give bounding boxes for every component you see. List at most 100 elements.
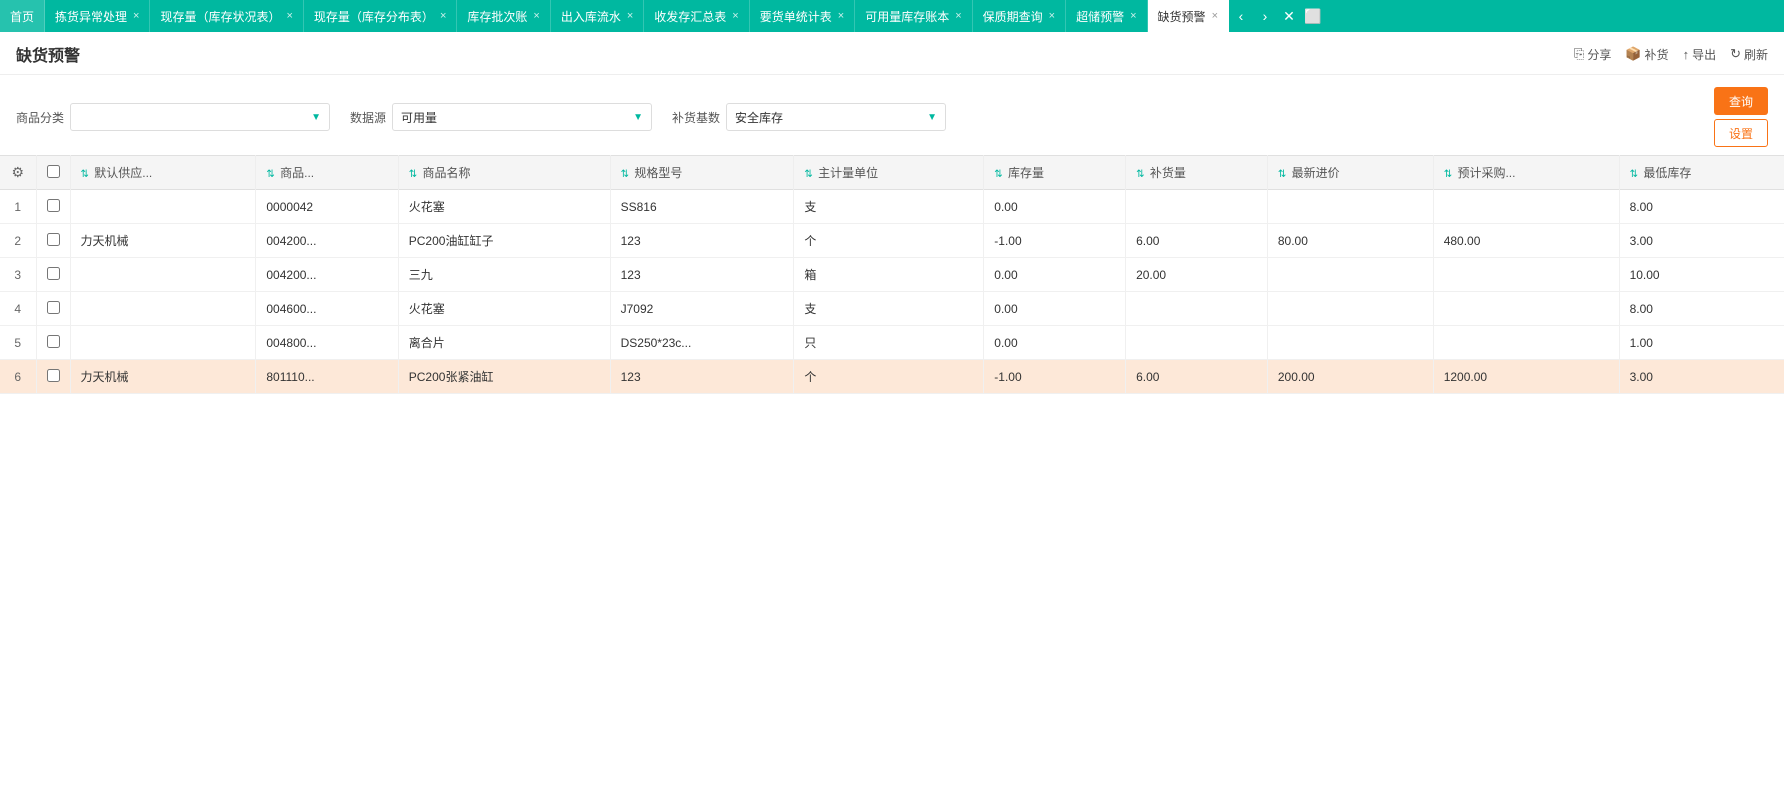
row-num-6: 6 [0,360,36,394]
replenish-base-filter-group: 补货基数 安全库存 ▼ [672,103,946,131]
row-min-stock-1: 8.00 [1619,190,1784,224]
tab-inventory-status[interactable]: 现存量（库存状况表） × [150,0,303,32]
category-select[interactable]: ▼ [70,103,330,131]
row-supplier-1 [70,190,256,224]
main-content: 缺货预警 ⎘ 分享 📦 补货 ↑ 导出 ↻ 刷新 商品分类 [0,32,1784,796]
replenish-base-label: 补货基数 [672,109,720,126]
close-tab-receivepay[interactable]: × [732,10,738,22]
tab-receivepay[interactable]: 收发存汇总表 × [644,0,749,32]
tab-expiry[interactable]: 保质期查询 × [973,0,1066,32]
row-stock-1: 0.00 [984,190,1126,224]
row-min-stock-5: 1.00 [1619,326,1784,360]
th-gear: ⚙ [0,156,36,190]
table-row: 6 力天机械 801110... PC200张紧油缸 123 个 -1.00 6… [0,360,1784,394]
select-all-checkbox[interactable] [47,165,60,178]
row-select-checkbox-3[interactable] [47,267,60,280]
row-replenish-1 [1126,190,1268,224]
row-estimated-5 [1433,326,1619,360]
row-min-stock-2: 3.00 [1619,224,1784,258]
tab-shortage[interactable]: 缺货预警 × [1148,0,1229,32]
replenish-base-select[interactable]: 安全库存 ▼ [726,103,946,131]
replenish-button[interactable]: 📦 补货 [1625,46,1668,63]
close-tab-abnormal[interactable]: × [133,10,139,22]
datasource-label: 数据源 [350,109,386,126]
close-tab-expiry[interactable]: × [1049,10,1055,22]
tab-available[interactable]: 可用量库存账本 × [855,0,972,32]
row-code-3: 004200... [256,258,398,292]
row-estimated-3 [1433,258,1619,292]
row-unit-2: 个 [794,224,984,258]
row-code-4: 004600... [256,292,398,326]
tab-batch[interactable]: 库存批次账 × [457,0,550,32]
row-name-5: 离合片 [398,326,610,360]
gear-settings-icon[interactable]: ⚙ [11,164,24,180]
row-unit-5: 只 [794,326,984,360]
row-select-checkbox-2[interactable] [47,233,60,246]
close-tab-overstock[interactable]: × [1130,10,1136,22]
sort-stock-icon[interactable]: ⇅ [994,169,1002,180]
th-unit: ⇅ 主计量单位 [794,156,984,190]
close-tab-inout[interactable]: × [627,10,633,22]
tab-abnormal[interactable]: 拣货异常处理 × [45,0,150,32]
sort-estimated-icon[interactable]: ⇅ [1444,169,1452,180]
share-icon: ⎘ [1574,46,1584,62]
tab-demand[interactable]: 要货单统计表 × [750,0,855,32]
row-unit-6: 个 [794,360,984,394]
export-button[interactable]: ↑ 导出 [1683,46,1717,63]
datasource-select[interactable]: 可用量 ▼ [392,103,652,131]
row-num-4: 4 [0,292,36,326]
tab-inout[interactable]: 出入库流水 × [551,0,644,32]
category-filter-group: 商品分类 ▼ [16,103,330,131]
tab-nav-close[interactable]: ✕ [1277,0,1301,32]
row-replenish-3: 20.00 [1126,258,1268,292]
category-arrow-icon: ▼ [311,112,321,123]
row-stock-6: -1.00 [984,360,1126,394]
sort-code-icon[interactable]: ⇅ [266,169,274,180]
tab-nav-next[interactable]: › [1253,0,1277,32]
th-min-stock: ⇅ 最低库存 [1619,156,1784,190]
row-spec-6: 123 [610,360,794,394]
th-code: ⇅ 商品... [256,156,398,190]
query-button[interactable]: 查询 [1714,87,1768,115]
settings-button[interactable]: 设置 [1714,119,1768,147]
sort-unit-icon[interactable]: ⇅ [804,169,812,180]
tab-nav-prev[interactable]: ‹ [1229,0,1253,32]
th-spec: ⇅ 规格型号 [610,156,794,190]
row-min-stock-6: 3.00 [1619,360,1784,394]
sort-min-stock-icon[interactable]: ⇅ [1630,169,1638,180]
sort-spec-icon[interactable]: ⇅ [621,169,629,180]
sort-latest-price-icon[interactable]: ⇅ [1278,169,1286,180]
row-num-1: 1 [0,190,36,224]
table-header-row: ⚙ ⇅ 默认供应... ⇅ 商品... ⇅ 商品名称 [0,156,1784,190]
close-tab-available[interactable]: × [955,10,961,22]
row-name-6: PC200张紧油缸 [398,360,610,394]
row-checkbox-6 [36,360,70,394]
close-tab-batch[interactable]: × [533,10,539,22]
share-button[interactable]: ⎘ 分享 [1574,46,1611,63]
table-row: 3 004200... 三九 123 箱 0.00 20.00 10.00 [0,258,1784,292]
sort-replenish-icon[interactable]: ⇅ [1136,169,1144,180]
close-tab-inventory-dist[interactable]: × [440,10,446,22]
row-select-checkbox-4[interactable] [47,301,60,314]
close-tab-demand[interactable]: × [838,10,844,22]
table-row: 2 力天机械 004200... PC200油缸缸子 123 个 -1.00 6… [0,224,1784,258]
refresh-button[interactable]: ↻ 刷新 [1730,46,1768,63]
th-stock: ⇅ 库存量 [984,156,1126,190]
replenish-base-value: 安全库存 [735,109,783,126]
row-select-checkbox-1[interactable] [47,199,60,212]
sort-name-icon[interactable]: ⇅ [409,169,417,180]
row-checkbox-5 [36,326,70,360]
close-tab-shortage[interactable]: × [1212,10,1218,22]
export-icon: ↑ [1683,47,1690,62]
row-estimated-2: 480.00 [1433,224,1619,258]
row-select-checkbox-6[interactable] [47,369,60,382]
tab-inventory-dist[interactable]: 现存量（库存分布表） × [304,0,457,32]
row-select-checkbox-5[interactable] [47,335,60,348]
tab-home[interactable]: 首页 [0,0,45,32]
row-unit-4: 支 [794,292,984,326]
tab-nav-maximize[interactable]: ⬜ [1301,0,1325,32]
close-tab-inventory-status[interactable]: × [286,10,292,22]
row-num-5: 5 [0,326,36,360]
tab-overstock[interactable]: 超储预警 × [1066,0,1147,32]
sort-supplier-icon[interactable]: ⇅ [81,169,89,180]
